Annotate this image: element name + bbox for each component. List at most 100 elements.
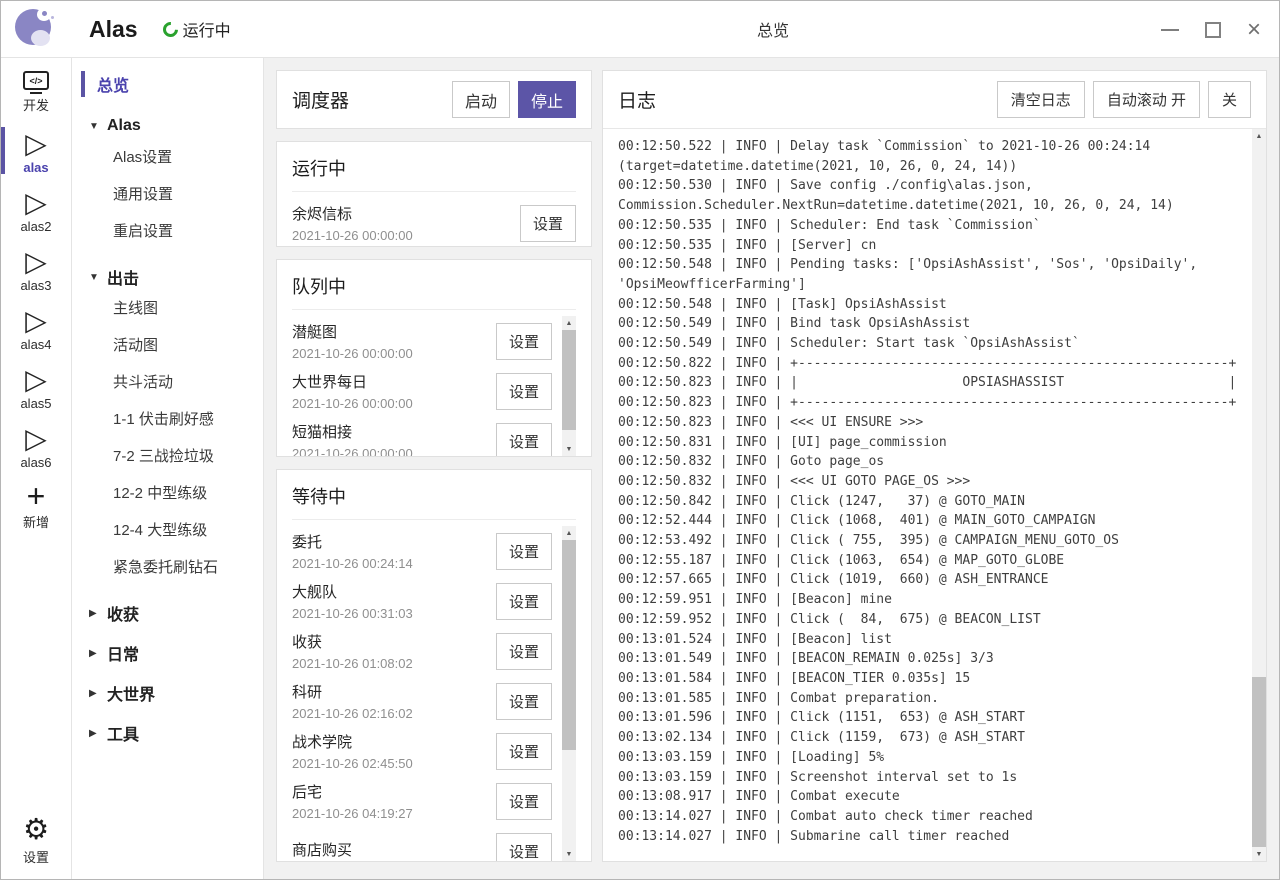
menu-item-12-2[interactable]: 12-2 中型练级 — [72, 474, 263, 511]
clear-log-button[interactable]: 清空日志 — [997, 81, 1085, 118]
menu-item-general-settings[interactable]: 通用设置 — [72, 175, 263, 212]
menu-item-raid[interactable]: 共斗活动 — [72, 363, 263, 400]
log-title: 日志 — [618, 86, 989, 113]
menu-item-urgent-commission[interactable]: 紧急委托刷钻石 — [72, 548, 263, 585]
waiting-scrollbar[interactable]: ▲ ▼ — [562, 526, 576, 861]
task-time: 2021-10-26 00:24:14 — [292, 556, 413, 571]
task-time: 2021-10-26 00:00:00 — [292, 346, 413, 361]
gear-icon: ⚙ — [23, 814, 49, 846]
running-task-list: 余烬信标 2021-10-26 00:00:00 设置 — [292, 198, 576, 246]
log-off-button[interactable]: 关 — [1208, 81, 1251, 118]
task-setting-button[interactable]: 设置 — [496, 533, 552, 570]
task-setting-button[interactable]: 设置 — [496, 633, 552, 670]
divider — [292, 519, 576, 520]
menu-sidebar: 总览 ▼ Alas Alas设置 通用设置 重启设置 ▼ 出击 主线图 活动图 … — [72, 58, 264, 879]
task-row: 委托 2021-10-26 00:24:14 设置 — [292, 526, 552, 576]
menu-item-main-map[interactable]: 主线图 — [72, 289, 263, 326]
rail-item-settings[interactable]: ⚙ 设置 — [1, 810, 71, 869]
menu-section-alas[interactable]: ▼ Alas — [72, 114, 263, 138]
stop-button[interactable]: 停止 — [518, 81, 576, 118]
menu-item-1-1[interactable]: 1-1 伏击刷好感 — [72, 400, 263, 437]
logo-dot — [51, 16, 54, 19]
task-setting-button[interactable]: 设置 — [496, 783, 552, 820]
menu-item-alas-settings[interactable]: Alas设置 — [72, 138, 263, 175]
scroll-up-icon[interactable]: ▲ — [1252, 129, 1266, 143]
menu-item-7-2[interactable]: 7-2 三战捡垃圾 — [72, 437, 263, 474]
task-row: 余烬信标 2021-10-26 00:00:00 设置 — [292, 198, 576, 246]
menu-section-tools[interactable]: ▶ 工具 — [72, 721, 263, 745]
task-setting-button[interactable]: 设置 — [496, 323, 552, 360]
menu-item-overview[interactable]: 总览 — [72, 70, 263, 98]
task-time: 2021-10-26 04:19:27 — [292, 806, 413, 821]
chevron-right-icon: ▶ — [89, 728, 107, 739]
scheduler-title: 调度器 — [292, 86, 452, 113]
minimize-button[interactable] — [1161, 29, 1179, 31]
task-setting-button[interactable]: 设置 — [520, 205, 576, 242]
menu-section-daily[interactable]: ▶ 日常 — [72, 641, 263, 665]
task-setting-button[interactable]: 设置 — [496, 733, 552, 770]
rail-item-dev[interactable]: </> 开发 — [1, 63, 71, 122]
task-name: 后宅 — [292, 781, 413, 802]
task-setting-button[interactable]: 设置 — [496, 423, 552, 457]
autoscroll-toggle-button[interactable]: 自动滚动 开 — [1093, 81, 1200, 118]
task-row: 收获 2021-10-26 01:08:02 设置 — [292, 626, 552, 676]
scroll-up-icon[interactable]: ▲ — [562, 316, 576, 330]
task-time: 2021-10-26 00:00:00 — [292, 396, 413, 411]
menu-section-opsi[interactable]: ▶ 大世界 — [72, 681, 263, 705]
task-setting-button[interactable]: 设置 — [496, 683, 552, 720]
alas-logo-icon — [15, 9, 55, 49]
task-setting-button[interactable]: 设置 — [496, 373, 552, 410]
maximize-button[interactable] — [1205, 22, 1221, 38]
scrollbar-thumb[interactable] — [1252, 677, 1266, 847]
rail-item-alas[interactable]: ▷ alas — [1, 122, 71, 181]
app-title: Alas — [89, 16, 138, 43]
scroll-down-icon[interactable]: ▼ — [562, 847, 576, 861]
log-scrollbar[interactable]: ▲ ▼ — [1252, 129, 1266, 861]
scroll-up-icon[interactable]: ▲ — [562, 526, 576, 540]
task-name: 战术学院 — [292, 731, 413, 752]
rail-item-alas3[interactable]: ▷ alas3 — [1, 240, 71, 299]
scrollbar-thumb[interactable] — [562, 330, 576, 430]
task-row: 潜艇图 2021-10-26 00:00:00 设置 — [292, 316, 552, 366]
scroll-down-icon[interactable]: ▼ — [562, 442, 576, 456]
menu-item-restart-settings[interactable]: 重启设置 — [72, 212, 263, 249]
rail-item-alas4[interactable]: ▷ alas4 — [1, 299, 71, 358]
task-name: 大舰队 — [292, 581, 413, 602]
task-name: 收获 — [292, 631, 413, 652]
task-name: 商店购买 — [292, 839, 352, 860]
play-icon: ▷ — [25, 129, 47, 159]
task-setting-button[interactable]: 设置 — [496, 583, 552, 620]
rail-item-alas6[interactable]: ▷ alas6 — [1, 417, 71, 476]
close-button[interactable]: × — [1247, 18, 1261, 42]
start-button[interactable]: 启动 — [452, 81, 510, 118]
scheduler-column: 调度器 启动 停止 运行中 余烬信标 2021-10-26 00:00:00 设 — [276, 70, 592, 862]
rail-item-alas5[interactable]: ▷ alas5 — [1, 358, 71, 417]
menu-overview-label: 总览 — [97, 72, 129, 96]
chevron-down-icon: ▼ — [89, 121, 107, 132]
active-indicator — [81, 71, 85, 97]
scroll-down-icon[interactable]: ▼ — [1252, 847, 1266, 861]
dev-monitor-icon: </> — [23, 71, 49, 90]
menu-item-12-4[interactable]: 12-4 大型练级 — [72, 511, 263, 548]
logo-highlight — [31, 30, 50, 46]
rail-item-alas2[interactable]: ▷ alas2 — [1, 181, 71, 240]
task-time: 2021-10-26 02:45:50 — [292, 756, 413, 771]
task-time: 2021-10-26 00:00:00 — [292, 228, 413, 243]
log-output: 00:12:50.522 | INFO | Delay task `Commis… — [618, 137, 1246, 846]
play-icon: ▷ — [25, 247, 47, 277]
menu-section-reward[interactable]: ▶ 收获 — [72, 601, 263, 625]
running-title: 运行中 — [292, 155, 576, 191]
menu-item-event-map[interactable]: 活动图 — [72, 326, 263, 363]
chevron-right-icon: ▶ — [89, 688, 107, 699]
menu-section-sortie[interactable]: ▼ 出击 — [72, 265, 263, 289]
scrollbar-thumb[interactable] — [562, 540, 576, 750]
pending-title: 队列中 — [292, 273, 576, 309]
task-name: 科研 — [292, 681, 413, 702]
task-setting-button[interactable]: 设置 — [496, 833, 552, 862]
task-row: 大舰队 2021-10-26 00:31:03 设置 — [292, 576, 552, 626]
divider — [292, 309, 576, 310]
chevron-down-icon: ▼ — [89, 272, 107, 283]
pending-scrollbar[interactable]: ▲ ▼ — [562, 316, 576, 456]
rail-item-add[interactable]: + 新增 — [1, 476, 71, 535]
chevron-right-icon: ▶ — [89, 608, 107, 619]
